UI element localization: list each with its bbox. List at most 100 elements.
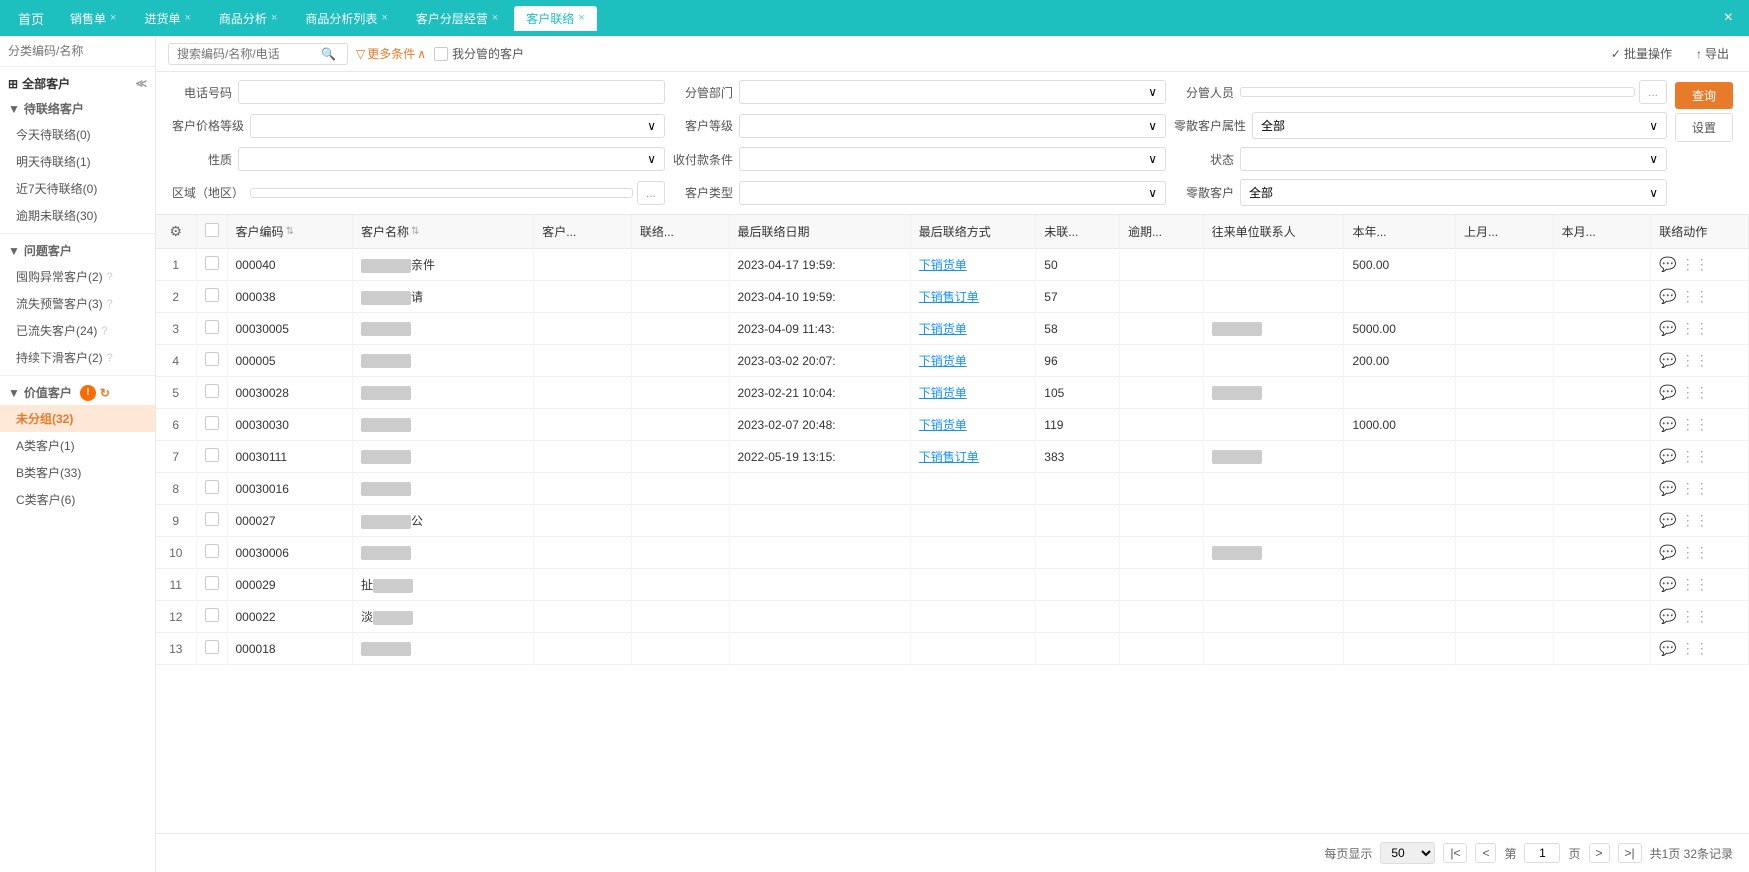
row-check[interactable] xyxy=(196,377,227,409)
refresh-icon[interactable]: ↻ xyxy=(100,386,110,400)
page-input[interactable] xyxy=(1524,843,1560,863)
row-checkbox[interactable] xyxy=(205,448,219,462)
reset-button[interactable]: 设置 xyxy=(1675,113,1733,142)
sidebar-item-7days-pending[interactable]: 近7天待联络(0) xyxy=(0,175,155,202)
more-action-icon[interactable]: ⋮⋮ xyxy=(1681,608,1709,625)
filter-nature-select[interactable]: ∨ xyxy=(238,147,665,171)
select-all-checkbox[interactable] xyxy=(205,223,219,237)
last-page-btn[interactable]: >| xyxy=(1618,843,1642,863)
close-product-analysis[interactable]: × xyxy=(271,12,277,24)
last-method-link[interactable]: 下销售订单 xyxy=(919,450,979,464)
nav-home[interactable]: 首页 xyxy=(8,5,54,32)
more-conditions-btn[interactable]: ▽ 更多条件 ∧ xyxy=(356,45,426,62)
more-action-icon[interactable]: ⋮⋮ xyxy=(1681,448,1709,465)
help-icon-churn[interactable]: ? xyxy=(107,298,113,310)
row-check[interactable] xyxy=(196,601,227,633)
last-method-link[interactable]: 下销货单 xyxy=(919,354,967,368)
close-product-list[interactable]: × xyxy=(381,12,387,24)
last-method-link[interactable]: 下销售订单 xyxy=(919,290,979,304)
row-checkbox[interactable] xyxy=(205,384,219,398)
group-pending-contact[interactable]: ▼ 待联络客户 xyxy=(0,96,155,121)
query-button[interactable]: 查询 xyxy=(1675,82,1733,109)
more-action-icon[interactable]: ⋮⋮ xyxy=(1681,384,1709,401)
row-checkbox[interactable] xyxy=(205,480,219,494)
more-action-icon[interactable]: ⋮⋮ xyxy=(1681,480,1709,497)
filter-phone-input[interactable] xyxy=(238,80,665,104)
filter-payment-select[interactable]: ∨ xyxy=(739,147,1166,171)
nav-customer-contact[interactable]: 客户联络 × xyxy=(514,6,596,31)
more-action-icon[interactable]: ⋮⋮ xyxy=(1681,320,1709,337)
sort-name-icon[interactable]: ⇅ xyxy=(411,226,419,237)
row-checkbox[interactable] xyxy=(205,288,219,302)
more-action-icon[interactable]: ⋮⋮ xyxy=(1681,416,1709,433)
toolbar-search-input[interactable] xyxy=(177,47,317,61)
toolbar-search-icon[interactable]: 🔍 xyxy=(321,47,336,61)
filter-person-dots[interactable]: ... xyxy=(1639,80,1667,104)
group-value-customers[interactable]: ▼ 价值客户 ! ↻ xyxy=(0,380,155,405)
filter-retail-attr-select[interactable]: 全部 ∨ xyxy=(1252,112,1667,139)
col-header-check[interactable] xyxy=(196,215,227,249)
sort-code-icon[interactable]: ⇅ xyxy=(286,226,294,237)
filter-price-level-select[interactable]: ∨ xyxy=(250,114,665,138)
row-check[interactable] xyxy=(196,569,227,601)
more-action-icon[interactable]: ⋮⋮ xyxy=(1681,512,1709,529)
close-purchase-order[interactable]: × xyxy=(184,12,190,24)
filter-region-dots[interactable]: ... xyxy=(637,181,665,205)
more-action-icon[interactable]: ⋮⋮ xyxy=(1681,640,1709,657)
sidebar-item-abnormal[interactable]: 囤购异常客户(2) ? xyxy=(0,263,155,290)
row-checkbox[interactable] xyxy=(205,640,219,654)
row-checkbox[interactable] xyxy=(205,352,219,366)
prev-page-btn[interactable]: < xyxy=(1475,843,1496,863)
page-size-select[interactable]: 50 100 200 xyxy=(1380,842,1435,864)
close-tiered[interactable]: × xyxy=(492,12,498,24)
row-checkbox[interactable] xyxy=(205,416,219,430)
first-page-btn[interactable]: |< xyxy=(1443,843,1467,863)
contact-icon[interactable]: 💬 xyxy=(1659,384,1676,401)
help-icon-abnormal[interactable]: ? xyxy=(107,271,113,283)
contact-icon[interactable]: 💬 xyxy=(1659,320,1676,337)
more-action-icon[interactable]: ⋮⋮ xyxy=(1681,256,1709,273)
row-checkbox[interactable] xyxy=(205,544,219,558)
row-checkbox[interactable] xyxy=(205,576,219,590)
more-action-icon[interactable]: ⋮⋮ xyxy=(1681,288,1709,305)
sidebar-item-declining[interactable]: 持续下滑客户(2) ? xyxy=(0,344,155,371)
nav-purchase-order[interactable]: 进货单 × xyxy=(132,6,202,31)
row-check[interactable] xyxy=(196,633,227,665)
filter-retail-select[interactable]: 全部 ∨ xyxy=(1240,179,1667,206)
contact-icon[interactable]: 💬 xyxy=(1659,352,1676,369)
contact-icon[interactable]: 💬 xyxy=(1659,544,1676,561)
collapse-sidebar-btn[interactable]: ≪ xyxy=(135,77,147,90)
row-checkbox[interactable] xyxy=(205,256,219,270)
filter-region-select[interactable] xyxy=(250,188,633,198)
next-page-btn[interactable]: > xyxy=(1589,843,1610,863)
row-check[interactable] xyxy=(196,345,227,377)
contact-icon[interactable]: 💬 xyxy=(1659,256,1676,273)
sidebar-item-churned[interactable]: 已流失客户(24) ? xyxy=(0,317,155,344)
contact-icon[interactable]: 💬 xyxy=(1659,640,1676,657)
contact-icon[interactable]: 💬 xyxy=(1659,512,1676,529)
row-check[interactable] xyxy=(196,505,227,537)
row-check[interactable] xyxy=(196,281,227,313)
more-action-icon[interactable]: ⋮⋮ xyxy=(1681,352,1709,369)
row-check[interactable] xyxy=(196,249,227,281)
more-action-icon[interactable]: ⋮⋮ xyxy=(1681,544,1709,561)
contact-icon[interactable]: 💬 xyxy=(1659,480,1676,497)
filter-customer-type-select[interactable]: ∨ xyxy=(739,181,1166,205)
contact-icon[interactable]: 💬 xyxy=(1659,416,1676,433)
row-checkbox[interactable] xyxy=(205,512,219,526)
gear-icon[interactable]: ⚙ xyxy=(169,223,182,239)
sidebar-item-class-a[interactable]: A类客户(1) xyxy=(0,432,155,459)
last-method-link[interactable]: 下销货单 xyxy=(919,322,967,336)
contact-icon[interactable]: 💬 xyxy=(1659,576,1676,593)
nav-product-analysis-list[interactable]: 商品分析列表 × xyxy=(293,6,399,31)
last-method-link[interactable]: 下销货单 xyxy=(919,386,967,400)
row-check[interactable] xyxy=(196,313,227,345)
nav-product-analysis[interactable]: 商品分析 × xyxy=(207,6,289,31)
nav-sales-order[interactable]: 销售单 × xyxy=(58,6,128,31)
sidebar-item-tomorrow-pending[interactable]: 明天待联络(1) xyxy=(0,148,155,175)
help-icon-declining[interactable]: ? xyxy=(107,352,113,364)
contact-icon[interactable]: 💬 xyxy=(1659,288,1676,305)
contact-icon[interactable]: 💬 xyxy=(1659,448,1676,465)
all-customers-header[interactable]: ⊞ 全部客户 ≪ xyxy=(0,67,155,96)
row-check[interactable] xyxy=(196,409,227,441)
